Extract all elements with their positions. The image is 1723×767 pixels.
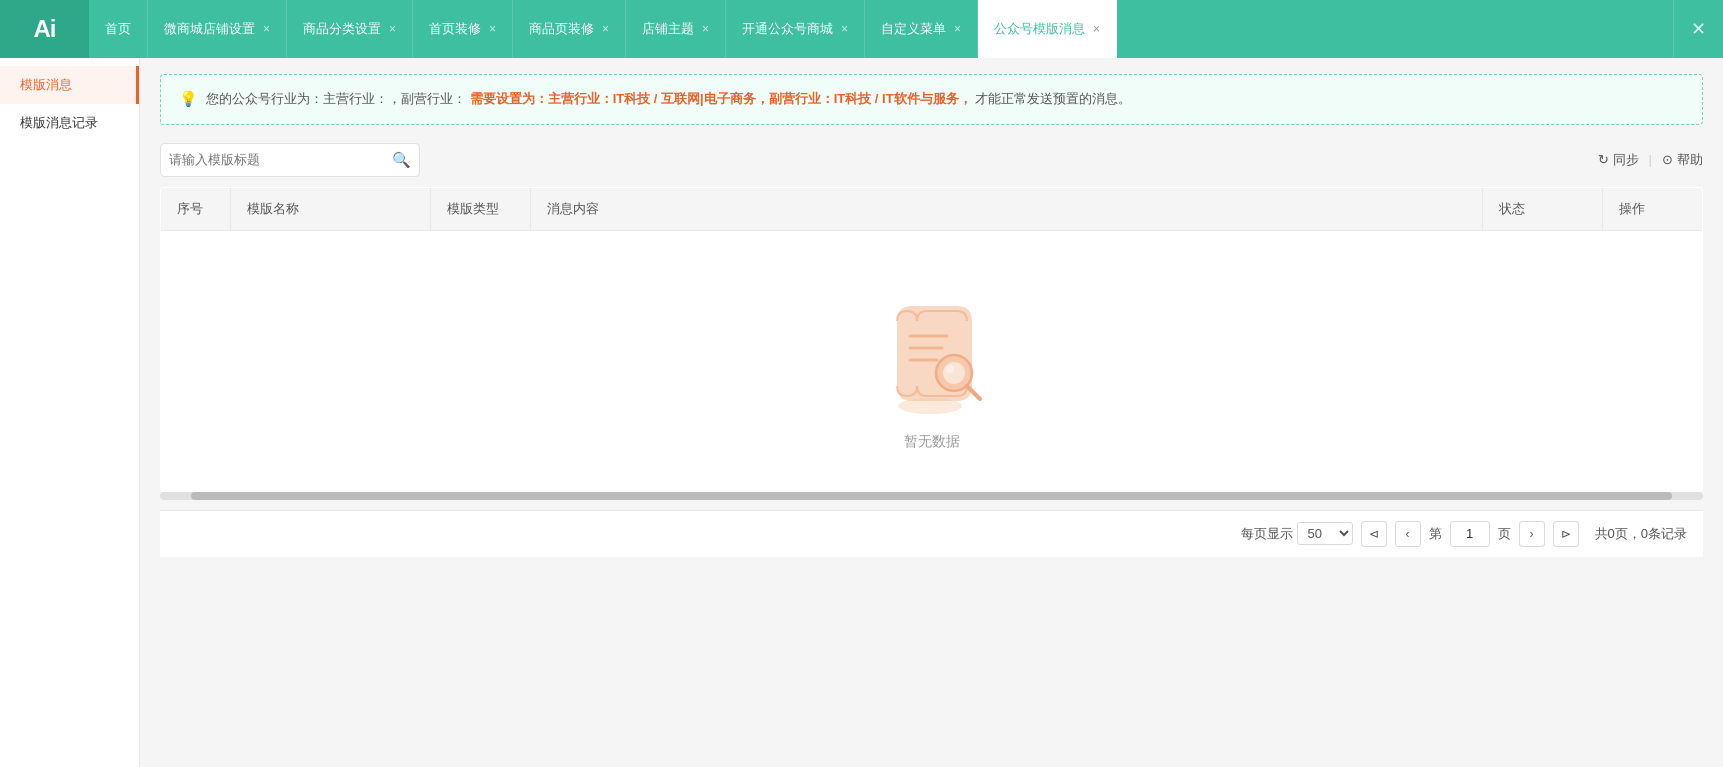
nav-tab-close-icon[interactable]: × bbox=[702, 22, 709, 36]
scrollbar-thumb[interactable] bbox=[191, 492, 1672, 500]
industry-alert: 💡 您的公众号行业为：主营行业：，副营行业： 需要设置为：主营行业：IT科技 /… bbox=[160, 74, 1703, 125]
nav-tab-close-icon[interactable]: × bbox=[489, 22, 496, 36]
page-size-select: 每页显示 102050100 bbox=[1241, 522, 1353, 545]
col-name: 模版名称 bbox=[231, 187, 431, 230]
nav-tab-label: 店铺主题 bbox=[642, 20, 694, 38]
svg-point-5 bbox=[943, 362, 965, 384]
empty-state-row: 暂无数据 bbox=[161, 230, 1703, 491]
nav-tab-close-icon[interactable]: × bbox=[1093, 22, 1100, 36]
nav-tab-close-icon[interactable]: × bbox=[389, 22, 396, 36]
horizontal-scrollbar[interactable] bbox=[160, 492, 1703, 500]
content-area: 💡 您的公众号行业为：主营行业：，副营行业： 需要设置为：主营行业：IT科技 /… bbox=[140, 58, 1723, 767]
help-icon: ⊙ bbox=[1662, 152, 1673, 167]
col-seq: 序号 bbox=[161, 187, 231, 230]
nav-tab-list: 首页微商城店铺设置×商品分类设置×首页装修×商品页装修×店铺主题×开通公众号商城… bbox=[89, 0, 1673, 58]
page-prefix-label: 第 bbox=[1429, 525, 1442, 543]
sidebar-item-template-msg[interactable]: 模版消息 bbox=[0, 66, 139, 104]
toolbar-divider: | bbox=[1649, 152, 1652, 167]
help-button[interactable]: ⊙ 帮助 bbox=[1662, 151, 1703, 169]
search-icon[interactable]: 🔍 bbox=[392, 151, 411, 169]
nav-tab-label: 微商城店铺设置 bbox=[164, 20, 255, 38]
table-body: 暂无数据 bbox=[161, 230, 1703, 491]
empty-state: 暂无数据 bbox=[161, 231, 1702, 491]
total-info: 共0页，0条记录 bbox=[1595, 525, 1687, 543]
nav-tab-homepage-decoration[interactable]: 首页装修 × bbox=[413, 0, 513, 58]
nav-tab-template-msg[interactable]: 公众号模版消息 × bbox=[978, 0, 1117, 58]
nav-tab-close-icon[interactable]: × bbox=[263, 22, 270, 36]
pagination-bar: 每页显示 102050100 ⊲ ‹ 第 页 › ⊳ 共0页，0条记录 bbox=[160, 510, 1703, 557]
empty-illustration bbox=[161, 291, 1702, 421]
alert-text: 您的公众号行业为：主营行业：，副营行业： 需要设置为：主营行业：IT科技 / 互… bbox=[206, 89, 1131, 110]
sync-icon: ↻ bbox=[1598, 152, 1609, 167]
svg-point-7 bbox=[946, 365, 954, 373]
page-number-input[interactable] bbox=[1450, 521, 1490, 547]
nav-tab-close-icon[interactable]: × bbox=[954, 22, 961, 36]
sidebar: 模版消息模版消息记录 bbox=[0, 58, 140, 767]
col-action: 操作 bbox=[1603, 187, 1703, 230]
last-page-button[interactable]: ⊳ bbox=[1553, 521, 1579, 547]
nav-tab-custom-menu[interactable]: 自定义菜单 × bbox=[865, 0, 978, 58]
first-page-button[interactable]: ⊲ bbox=[1361, 521, 1387, 547]
close-all-button[interactable]: ✕ bbox=[1673, 0, 1723, 58]
nav-tab-label: 商品分类设置 bbox=[303, 20, 381, 38]
alert-icon: 💡 bbox=[179, 90, 198, 108]
nav-tab-label: 自定义菜单 bbox=[881, 20, 946, 38]
sidebar-item-template-msg-log[interactable]: 模版消息记录 bbox=[0, 104, 139, 142]
nav-tab-label: 公众号模版消息 bbox=[994, 20, 1085, 38]
nav-tab-shop-settings[interactable]: 微商城店铺设置 × bbox=[148, 0, 287, 58]
toolbar-right: ↻ 同步 | ⊙ 帮助 bbox=[1598, 151, 1703, 169]
page-size-label: 每页显示 bbox=[1241, 525, 1293, 543]
col-status: 状态 bbox=[1483, 187, 1603, 230]
nav-tab-product-decoration[interactable]: 商品页装修 × bbox=[513, 0, 626, 58]
empty-text: 暂无数据 bbox=[161, 433, 1702, 451]
table-header: 序号模版名称模版类型消息内容状态操作 bbox=[161, 187, 1703, 230]
top-navigation: Ai 首页微商城店铺设置×商品分类设置×首页装修×商品页装修×店铺主题×开通公众… bbox=[0, 0, 1723, 58]
table-header-row: 序号模版名称模版类型消息内容状态操作 bbox=[161, 187, 1703, 230]
page-size-dropdown[interactable]: 102050100 bbox=[1297, 522, 1353, 545]
col-type: 模版类型 bbox=[431, 187, 531, 230]
main-layout: 模版消息模版消息记录 💡 您的公众号行业为：主营行业：，副营行业： 需要设置为：… bbox=[0, 58, 1723, 767]
prev-page-button[interactable]: ‹ bbox=[1395, 521, 1421, 547]
nav-tab-label: 首页装修 bbox=[429, 20, 481, 38]
search-input-wrap: 🔍 bbox=[160, 143, 420, 177]
sync-button[interactable]: ↻ 同步 bbox=[1598, 151, 1639, 169]
nav-tab-close-icon[interactable]: × bbox=[841, 22, 848, 36]
search-bar: 🔍 ↻ 同步 | ⊙ 帮助 bbox=[160, 143, 1703, 177]
col-content: 消息内容 bbox=[531, 187, 1483, 230]
page-suffix-label: 页 bbox=[1498, 525, 1511, 543]
nav-tab-label: 商品页装修 bbox=[529, 20, 594, 38]
nav-tab-store-theme[interactable]: 店铺主题 × bbox=[626, 0, 726, 58]
app-logo: Ai bbox=[0, 0, 89, 58]
nav-tab-home[interactable]: 首页 bbox=[89, 0, 148, 58]
template-table: 序号模版名称模版类型消息内容状态操作 bbox=[160, 187, 1703, 492]
next-page-button[interactable]: › bbox=[1519, 521, 1545, 547]
nav-tab-close-icon[interactable]: × bbox=[602, 22, 609, 36]
nav-tab-open-mall[interactable]: 开通公众号商城 × bbox=[726, 0, 865, 58]
search-input[interactable] bbox=[169, 152, 392, 167]
nav-tab-label: 首页 bbox=[105, 20, 131, 38]
nav-tab-label: 开通公众号商城 bbox=[742, 20, 833, 38]
nav-tab-category-settings[interactable]: 商品分类设置 × bbox=[287, 0, 413, 58]
